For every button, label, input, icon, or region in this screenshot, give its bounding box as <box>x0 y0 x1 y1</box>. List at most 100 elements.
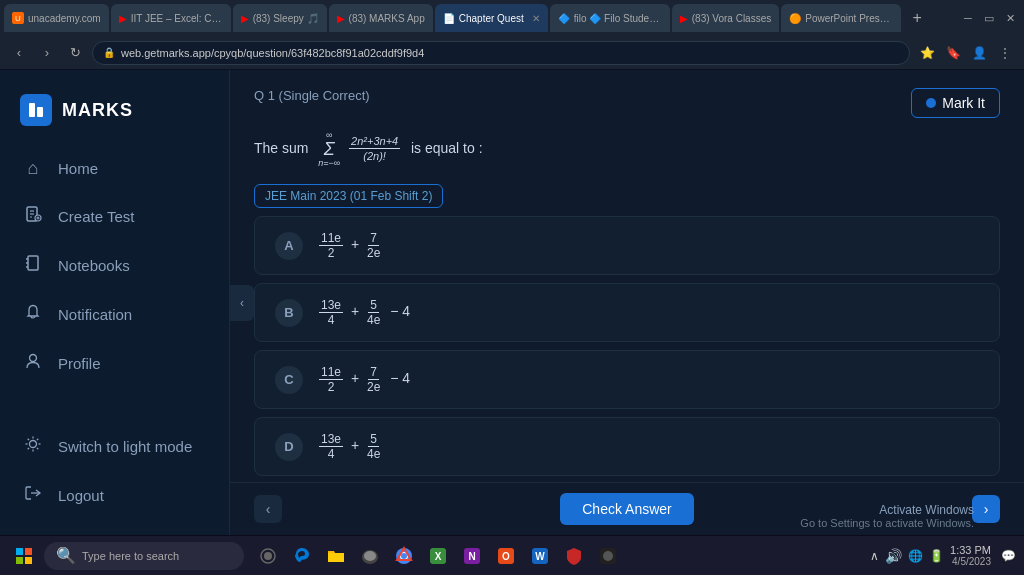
svg-point-35 <box>401 553 407 559</box>
sidebar-item-create-test[interactable]: Create Test <box>8 193 221 240</box>
svg-text:O: O <box>502 551 510 562</box>
add-tab-button[interactable]: + <box>903 4 931 32</box>
sidebar-item-profile[interactable]: Profile <box>8 340 221 387</box>
taskbar-purple-app[interactable]: N <box>456 540 488 572</box>
maximize-button[interactable]: ▭ <box>979 8 999 28</box>
tab-bar: U unacademy.com ▶ IIT JEE – Excel: Co...… <box>0 0 1024 36</box>
sidebar-item-label-notification: Notification <box>58 306 132 323</box>
back-button[interactable]: ‹ <box>8 42 30 64</box>
sidebar: MARKS ⌂ Home C <box>0 70 230 535</box>
tab-vora[interactable]: ▶ (83) Vora Classes <box>672 4 779 32</box>
sidebar-item-notification[interactable]: Notification <box>8 291 221 338</box>
tray-icon-4: 🔋 <box>929 549 944 563</box>
mark-it-label: Mark It <box>942 95 985 111</box>
taskbar-search-bar[interactable]: 🔍 Type here to search <box>44 542 244 570</box>
taskbar-kangaroo[interactable] <box>354 540 386 572</box>
svg-text:N: N <box>468 551 475 562</box>
prev-icon: ‹ <box>266 501 271 517</box>
sidebar-item-label-create-test: Create Test <box>58 208 134 225</box>
option-letter-b: B <box>275 299 303 327</box>
prev-button[interactable]: ‹ <box>254 495 282 523</box>
notebooks-icon <box>22 254 44 277</box>
tab-ppt[interactable]: 🟠 PowerPoint Prese... <box>781 4 901 32</box>
svg-rect-9 <box>28 256 38 270</box>
sidebar-item-home[interactable]: ⌂ Home <box>8 146 221 191</box>
check-answer-button[interactable]: Check Answer <box>560 493 693 525</box>
profile-button[interactable]: 👤 <box>968 42 990 64</box>
settings-button[interactable]: ⋮ <box>994 42 1016 64</box>
sidebar-item-logout[interactable]: Logout <box>8 472 221 519</box>
taskbar-orange-app[interactable]: O <box>490 540 522 572</box>
taskbar-explorer[interactable] <box>320 540 352 572</box>
sidebar-item-label-logout: Logout <box>58 487 104 504</box>
tray-clock[interactable]: 1:33 PM 4/5/2023 <box>950 544 991 567</box>
tab-marks-app[interactable]: ▶ (83) MARKS App <box>329 4 433 32</box>
tab-chapter-quest[interactable]: 📄 Chapter Quest ✕ <box>435 4 548 32</box>
sidebar-item-light-mode[interactable]: Switch to light mode <box>8 423 221 470</box>
bottom-bar: ‹ Check Answer Activate Windows Go to Se… <box>230 482 1024 535</box>
svg-rect-30 <box>328 553 344 562</box>
next-icon: › <box>984 501 989 517</box>
logout-icon <box>22 484 44 507</box>
option-row-c[interactable]: C 11e 2 + 7 2e − 4 <box>254 350 1000 409</box>
lock-icon: 🔒 <box>103 47 115 58</box>
collapse-sidebar-button[interactable]: ‹ <box>230 285 254 321</box>
svg-line-22 <box>28 448 29 449</box>
app-container: MARKS ⌂ Home C <box>0 70 1024 535</box>
question-equals: is equal to : <box>407 140 483 156</box>
address-bar[interactable]: 🔒 web.getmarks.app/cpyqb/question/63f482… <box>92 41 910 65</box>
option-letter-d: D <box>275 433 303 461</box>
logo-icon <box>20 94 52 126</box>
tab-filo[interactable]: 🔷 filo 🔷 Filo Student... <box>550 4 670 32</box>
minimize-button[interactable]: ─ <box>958 8 978 28</box>
activate-windows-notice: Activate Windows Go to Settings to activ… <box>800 503 974 529</box>
tab-unacademy[interactable]: U unacademy.com <box>4 4 109 32</box>
tab-sleepy[interactable]: ▶ (83) Sleepy 🎵 <box>233 4 327 32</box>
sidebar-item-label-notebooks: Notebooks <box>58 257 130 274</box>
taskbar-red-shield[interactable] <box>558 540 590 572</box>
question-tag: JEE Main 2023 (01 Feb Shift 2) <box>254 184 443 208</box>
start-button[interactable] <box>8 540 40 572</box>
taskbar: 🔍 Type here to search <box>0 535 1024 575</box>
question-meta: Q 1 (Single Correct) <box>254 88 370 103</box>
tray-notification[interactable]: 💬 <box>1001 549 1016 563</box>
sidebar-nav: ⌂ Home Create Test <box>0 146 229 423</box>
taskbar-search-text: Type here to search <box>82 550 179 562</box>
notification-icon <box>22 303 44 326</box>
svg-point-32 <box>364 551 376 561</box>
taskbar-green-app[interactable]: X <box>422 540 454 572</box>
tray-icon-3: 🌐 <box>908 549 923 563</box>
close-button[interactable]: ✕ <box>1000 8 1020 28</box>
option-content-c: 11e 2 + 7 2e − 4 <box>319 365 410 394</box>
tab-iitjee[interactable]: ▶ IIT JEE – Excel: Co... <box>111 4 231 32</box>
refresh-button[interactable]: ↻ <box>64 42 86 64</box>
taskbar-blue-w-app[interactable]: W <box>524 540 556 572</box>
taskbar-search-icon: 🔍 <box>56 546 76 565</box>
profile-nav-icon <box>22 352 44 375</box>
taskbar-cortana[interactable] <box>252 540 284 572</box>
mark-it-button[interactable]: Mark It <box>911 88 1000 118</box>
svg-point-29 <box>264 552 272 560</box>
taskbar-edge[interactable] <box>286 540 318 572</box>
svg-rect-26 <box>16 557 23 564</box>
taskbar-dark-app[interactable] <box>592 540 624 572</box>
taskbar-chrome[interactable] <box>388 540 420 572</box>
extension-button[interactable]: 🔖 <box>942 42 964 64</box>
sidebar-item-notebooks[interactable]: Notebooks <box>8 242 221 289</box>
option-row-a[interactable]: A 11e 2 + 7 2e <box>254 216 1000 275</box>
activate-sub: Go to Settings to activate Windows. <box>800 517 974 529</box>
option-row-d[interactable]: D 13e 4 + 5 4e <box>254 417 1000 476</box>
math-formula: ∞ Σ n=−∞ 2n²+3n+4 (2n)! <box>316 130 403 168</box>
light-mode-icon <box>22 435 44 458</box>
share-button[interactable]: ⭐ <box>916 42 938 64</box>
question-text-start: The sum <box>254 140 312 156</box>
create-test-icon <box>22 205 44 228</box>
svg-point-45 <box>603 551 613 561</box>
logo-text: MARKS <box>62 100 133 121</box>
next-button[interactable]: › <box>972 495 1000 523</box>
forward-button[interactable]: › <box>36 42 58 64</box>
tray-icon-2: 🔊 <box>885 548 902 564</box>
question-header: Q 1 (Single Correct) Mark It <box>230 70 1024 130</box>
sidebar-bottom: Switch to light mode Logout <box>0 423 229 519</box>
option-row-b[interactable]: B 13e 4 + 5 4e − 4 <box>254 283 1000 342</box>
